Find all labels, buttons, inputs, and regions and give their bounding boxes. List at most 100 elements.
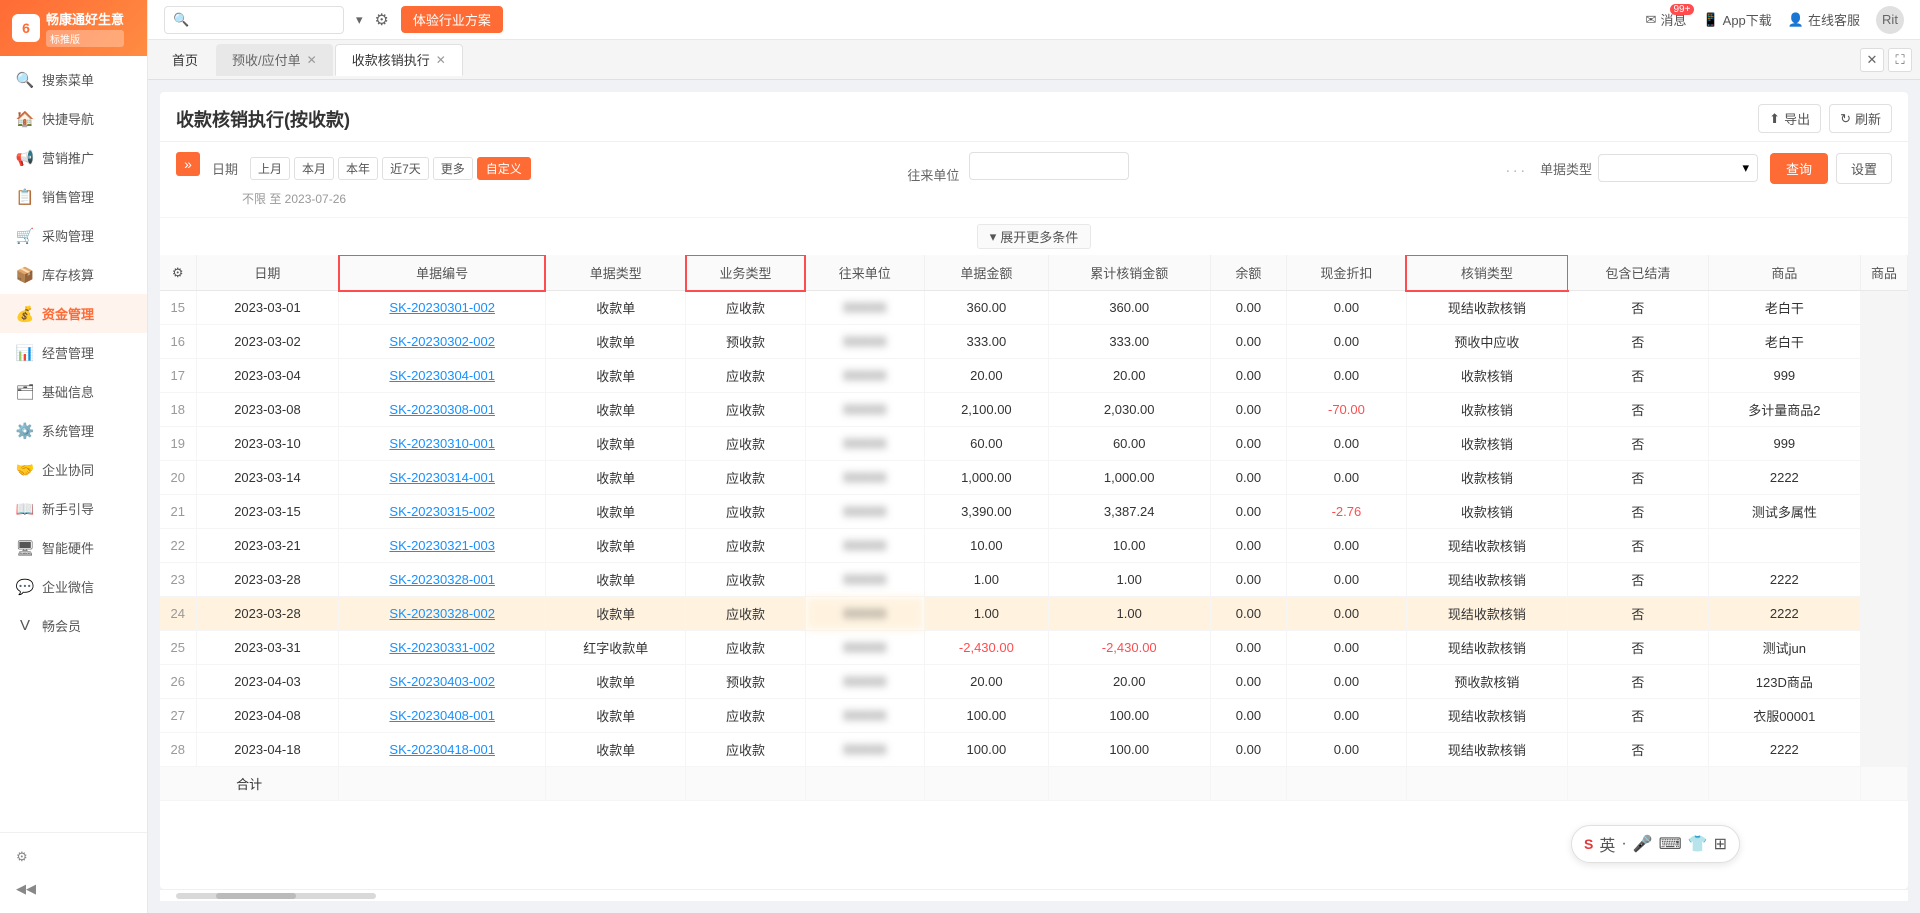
sidebar-item-finance[interactable]: 💰 资金管理 xyxy=(0,294,147,333)
table-row[interactable]: 24 2023-03-28 SK-20230328-002 收款单 应收款 XX… xyxy=(160,597,1908,631)
tab-close-all-icon[interactable]: ✕ xyxy=(1860,48,1884,72)
date-this-month-btn[interactable]: 本月 xyxy=(294,157,334,180)
tab-maximize-icon[interactable]: ⛶ xyxy=(1888,48,1912,72)
cell-no: 27 xyxy=(160,699,196,733)
filter-bar: » 日期 上月 本月 本年 近7天 更多 自定义 往来单位 xyxy=(160,141,1908,217)
cell-goods1: 2222 xyxy=(1708,563,1860,597)
solution-button[interactable]: 体验行业方案 xyxy=(401,6,503,33)
user-avatar[interactable]: Rit xyxy=(1876,6,1904,34)
filter-expand-icon[interactable]: » xyxy=(176,152,200,176)
col-bill-no: 单据编号 xyxy=(339,255,546,291)
expand-bar: ▾ 展开更多条件 xyxy=(160,217,1908,255)
export-button[interactable]: ⬆ 导出 xyxy=(1758,104,1821,133)
cell-biz-type: 应收款 xyxy=(686,631,805,665)
collapse-icon: ◀◀ xyxy=(16,881,36,897)
table-row[interactable]: 19 2023-03-10 SK-20230310-001 收款单 应收款 XX… xyxy=(160,427,1908,461)
sidebar-collapse-btn[interactable]: ◀◀ xyxy=(0,873,147,905)
sidebar-item-member[interactable]: V 畅会员 xyxy=(0,606,147,645)
cell-verified: 100.00 xyxy=(1048,733,1210,767)
prepay-tab-close-icon[interactable]: ✕ xyxy=(307,53,317,67)
table-row[interactable]: 16 2023-03-02 SK-20230302-002 收款单 预收款 XX… xyxy=(160,325,1908,359)
sidebar-item-basic[interactable]: 🗂 基础信息 xyxy=(0,372,147,411)
topbar-search-box[interactable]: 🔍 xyxy=(164,6,344,34)
sidebar-item-wechat[interactable]: 💬 企业微信 xyxy=(0,567,147,606)
cell-verified: 20.00 xyxy=(1048,665,1210,699)
sidebar-item-operation[interactable]: 📊 经营管理 xyxy=(0,333,147,372)
date-7days-btn[interactable]: 近7天 xyxy=(382,157,429,180)
cell-discount: 0.00 xyxy=(1287,427,1406,461)
float-mic-icon[interactable]: 🎤 xyxy=(1633,834,1653,854)
sidebar-item-search[interactable]: 🔍 搜索菜单 xyxy=(0,60,147,99)
cell-verified: -2,430.00 xyxy=(1048,631,1210,665)
scrollbar-thumb[interactable] xyxy=(216,893,296,899)
sidebar-item-purchase[interactable]: 🛒 采购管理 xyxy=(0,216,147,255)
sidebar-item-hardware[interactable]: 🖥 智能硬件 xyxy=(0,528,147,567)
settings-button[interactable]: 设置 xyxy=(1836,153,1892,184)
sidebar-item-sales[interactable]: 📋 销售管理 xyxy=(0,177,147,216)
table-row[interactable]: 26 2023-04-03 SK-20230403-002 收款单 预收款 XX… xyxy=(160,665,1908,699)
col-balance: 余额 xyxy=(1210,255,1287,291)
cell-partner: XXXXX xyxy=(805,461,924,495)
float-text-icon[interactable]: 英 xyxy=(1599,832,1615,856)
main-content: 🔍 ▾ ⚙ 体验行业方案 ✉ 消息 99+ 📱 App下载 👤 在线客服 Rit xyxy=(148,0,1920,913)
table-row[interactable]: 18 2023-03-08 SK-20230308-001 收款单 应收款 XX… xyxy=(160,393,1908,427)
cell-bill-no: SK-20230418-001 xyxy=(339,733,546,767)
cell-discount: 0.00 xyxy=(1287,665,1406,699)
horizontal-scrollbar[interactable] xyxy=(176,893,376,899)
receipt-verify-tab-close-icon[interactable]: ✕ xyxy=(436,53,446,67)
cell-biz-type: 预收款 xyxy=(686,325,805,359)
table-row[interactable]: 23 2023-03-28 SK-20230328-001 收款单 应收款 XX… xyxy=(160,563,1908,597)
sidebar-footer: ⚙ ◀◀ xyxy=(0,832,147,913)
float-shirt-icon[interactable]: 👕 xyxy=(1688,834,1708,854)
sidebar-item-label: 库存核算 xyxy=(42,265,94,284)
table-row[interactable]: 27 2023-04-08 SK-20230408-001 收款单 应收款 XX… xyxy=(160,699,1908,733)
sidebar-item-system[interactable]: ⚙️ 系统管理 xyxy=(0,411,147,450)
topbar-gear-icon[interactable]: ⚙ xyxy=(375,10,389,30)
sidebar-item-label: 新手引导 xyxy=(42,499,94,518)
cell-verified: 10.00 xyxy=(1048,529,1210,563)
col-settings-icon[interactable]: ⚙ xyxy=(160,255,196,291)
refresh-button[interactable]: ↻ 刷新 xyxy=(1829,104,1892,133)
partner-input[interactable] xyxy=(969,152,1129,180)
date-this-year-btn[interactable]: 本年 xyxy=(338,157,378,180)
sidebar-item-guide[interactable]: 📖 新手引导 xyxy=(0,489,147,528)
sidebar-item-enterprise[interactable]: 🤝 企业协同 xyxy=(0,450,147,489)
table-row[interactable]: 20 2023-03-14 SK-20230314-001 收款单 应收款 XX… xyxy=(160,461,1908,495)
tab-home[interactable]: 首页 xyxy=(156,44,214,76)
date-more-btn[interactable]: 更多 xyxy=(433,157,473,180)
cell-bill-no: SK-20230321-003 xyxy=(339,529,546,563)
cell-goods1: 测试jun xyxy=(1708,631,1860,665)
cell-date: 2023-03-14 xyxy=(196,461,339,495)
float-grid-icon[interactable]: ⊞ xyxy=(1714,834,1727,854)
topbar-app-btn[interactable]: 📱 App下载 xyxy=(1702,10,1771,29)
cell-bill-no: SK-20230314-001 xyxy=(339,461,546,495)
refresh-icon: ↻ xyxy=(1840,111,1851,127)
tabs-actions: ✕ ⛶ xyxy=(1860,48,1912,72)
topbar-msg-btn[interactable]: ✉ 消息 99+ xyxy=(1646,10,1687,29)
sidebar-item-inventory[interactable]: 📦 库存核算 xyxy=(0,255,147,294)
cell-no: 25 xyxy=(160,631,196,665)
float-keyboard-icon[interactable]: ⌨ xyxy=(1659,834,1682,854)
table-row[interactable]: 28 2023-04-18 SK-20230418-001 收款单 应收款 XX… xyxy=(160,733,1908,767)
sidebar-item-marketing[interactable]: 📢 营销推广 xyxy=(0,138,147,177)
cell-date: 2023-03-15 xyxy=(196,495,339,529)
tab-receipt-verify[interactable]: 收款核销执行 ✕ xyxy=(335,44,463,76)
date-custom-btn[interactable]: 自定义 xyxy=(477,157,531,180)
topbar-service-btn[interactable]: 👤 在线客服 xyxy=(1788,10,1860,29)
float-dot-icon[interactable]: · xyxy=(1621,835,1626,853)
date-prev-month-btn[interactable]: 上月 xyxy=(250,157,290,180)
tab-prepay[interactable]: 预收/应付单 ✕ xyxy=(216,44,333,76)
table-row[interactable]: 15 2023-03-01 SK-20230301-002 收款单 应收款 XX… xyxy=(160,291,1908,325)
sidebar-item-quick-nav[interactable]: 🏠 快捷导航 xyxy=(0,99,147,138)
topbar-dropdown-arrow[interactable]: ▾ xyxy=(356,12,363,28)
expand-conditions-btn[interactable]: ▾ 展开更多条件 xyxy=(977,224,1092,249)
table-row[interactable]: 17 2023-03-04 SK-20230304-001 收款单 应收款 XX… xyxy=(160,359,1908,393)
footer-biz-type xyxy=(686,767,805,801)
sidebar-settings-btn[interactable]: ⚙ xyxy=(0,841,147,873)
table-row[interactable]: 22 2023-03-21 SK-20230321-003 收款单 应收款 XX… xyxy=(160,529,1908,563)
query-button[interactable]: 查询 xyxy=(1770,153,1828,184)
scrollbar-area[interactable] xyxy=(160,889,1908,901)
bill-type-select[interactable]: ▾ xyxy=(1598,154,1758,182)
table-row[interactable]: 25 2023-03-31 SK-20230331-002 红字收款单 应收款 … xyxy=(160,631,1908,665)
table-row[interactable]: 21 2023-03-15 SK-20230315-002 收款单 应收款 XX… xyxy=(160,495,1908,529)
